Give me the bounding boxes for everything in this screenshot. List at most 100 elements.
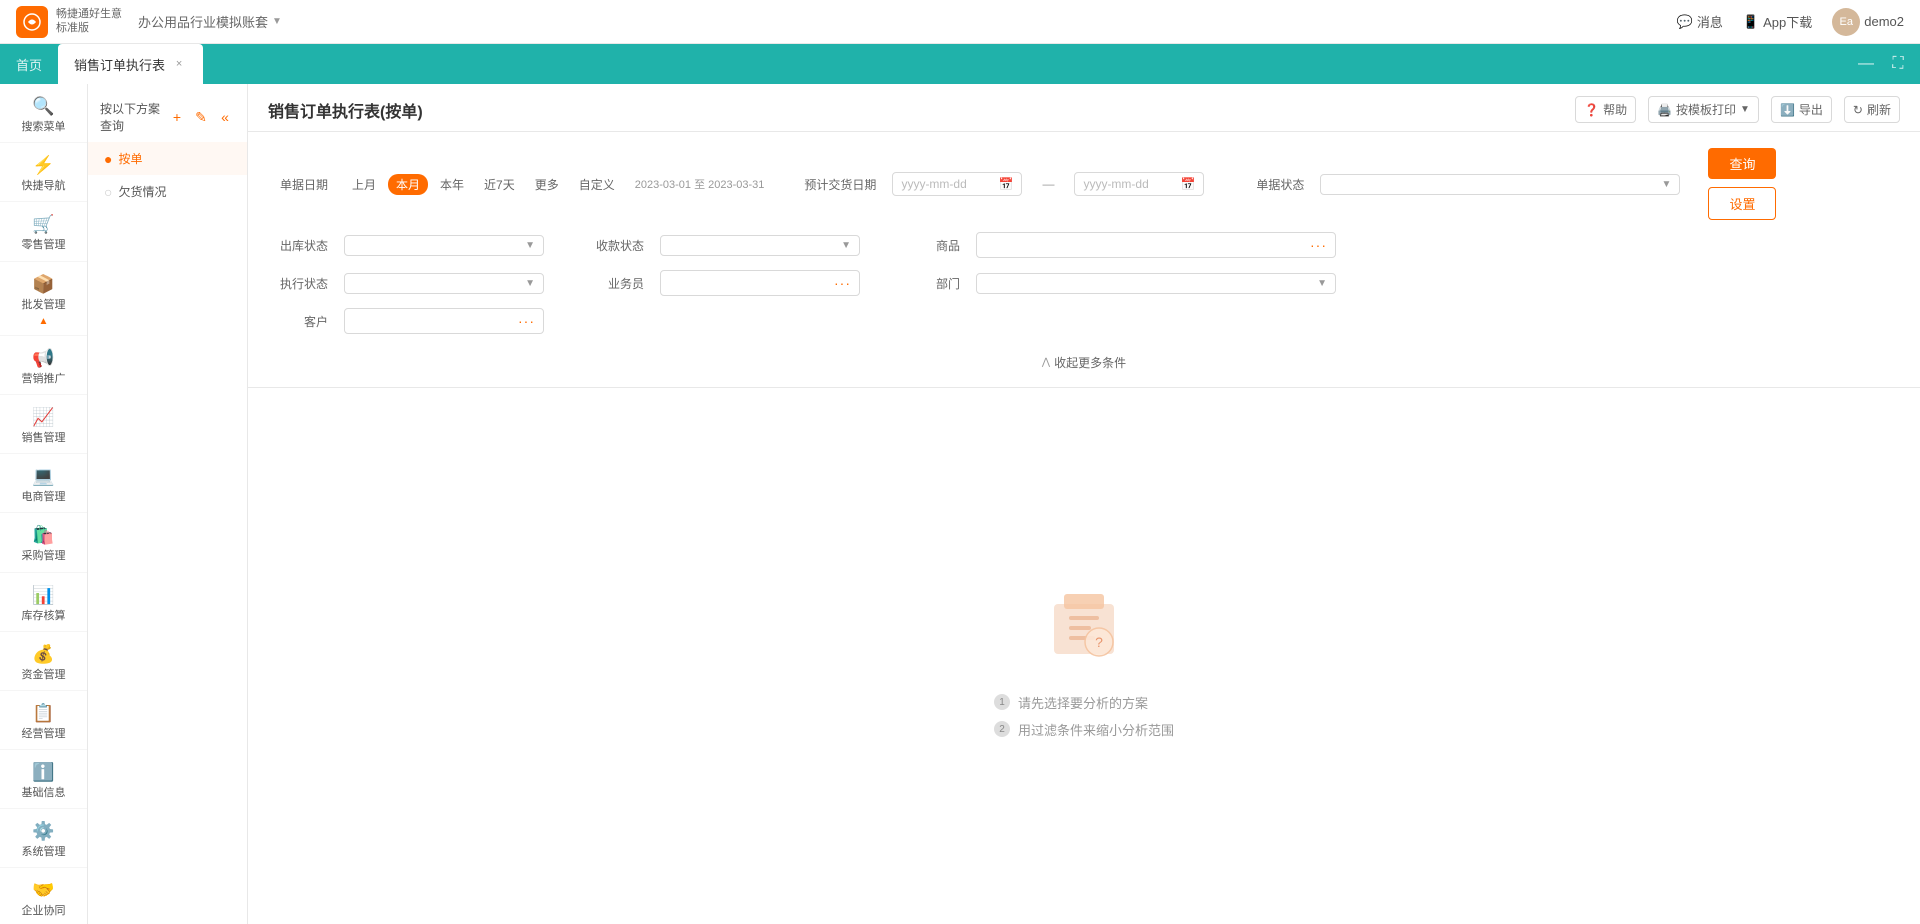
sidebar-item-sales[interactable]: 📈 销售管理 (0, 395, 87, 454)
marketing-icon: 📢 (32, 348, 54, 369)
sidebar-item-system[interactable]: ⚙️ 系统管理 (0, 809, 87, 868)
date-tab-thisyear[interactable]: 本年 (432, 174, 472, 195)
staff-select[interactable]: ··· (660, 270, 860, 296)
collapse-panel-button[interactable]: « (215, 107, 235, 127)
goods-dots-icon: ··· (1310, 237, 1327, 253)
filter-section: 单据日期 上月 本月 本年 近7天 更多 自定义 2023-03-01 至 20… (248, 132, 1920, 388)
tab-home[interactable]: 首页 (0, 44, 58, 84)
goods-label: 商品 (900, 237, 960, 254)
sidebar-item-retail[interactable]: 🛒 零售管理 (0, 202, 87, 261)
sidebar-item-collab[interactable]: 🤝 企业协同 (0, 868, 87, 924)
purchase-icon: 🛍️ (32, 525, 54, 546)
app-icon: 📱 (1743, 14, 1759, 30)
sidebar-item-ecommerce[interactable]: 💻 电商管理 (0, 454, 87, 513)
dept-select[interactable]: ▼ (976, 273, 1336, 294)
app-download-action[interactable]: 📱 App下载 (1743, 12, 1812, 31)
print-icon: 🖨️ (1657, 103, 1672, 117)
page-header: 销售订单执行表(按单) ❓ 帮助 🖨️ 按模板打印 ▼ ⬇️ (248, 84, 1920, 132)
out-status-label: 出库状态 (268, 237, 328, 254)
sidebar-item-purchase[interactable]: 🛍️ 采购管理 (0, 513, 87, 572)
refresh-icon: ↻ (1853, 103, 1863, 117)
operations-icon: 📋 (32, 703, 54, 724)
sidebar-item-operations[interactable]: 📋 经营管理 (0, 691, 87, 750)
collapse-button[interactable]: ⋀ 收起更多条件 (268, 346, 1900, 371)
recv-status-arrow-icon: ▼ (841, 240, 851, 251)
finance-icon: 💰 (32, 644, 54, 665)
forecast-date-label: 预计交货日期 (804, 176, 876, 193)
recv-status-select[interactable]: ▼ (660, 235, 860, 256)
tab-sales-order[interactable]: 销售订单执行表 × (58, 44, 203, 84)
tab-close-icon[interactable]: × (171, 56, 187, 72)
tab-maximize-button[interactable]: ⛶ (1884, 50, 1912, 78)
breadcrumb: 办公用品行业模拟账套 ▼ (122, 12, 1677, 31)
empty-tip-2: 2 用过滤条件来缩小分析范围 (994, 720, 1174, 739)
sidebar-item-basic-info[interactable]: ℹ️ 基础信息 (0, 750, 87, 809)
left-panel-actions: + ✎ « (167, 107, 235, 127)
user-action[interactable]: Ea demo2 (1832, 8, 1904, 36)
retail-icon: 🛒 (32, 214, 54, 235)
message-action[interactable]: 💬 消息 (1677, 12, 1723, 31)
exec-status-select[interactable]: ▼ (344, 273, 544, 294)
calendar-icon: 📅 (998, 177, 1013, 191)
date-separator: — (1038, 177, 1058, 191)
filter-row-3: 执行状态 ▼ 业务员 ··· 部门 ▼ (268, 270, 1900, 296)
goods-select[interactable]: ··· (976, 232, 1336, 258)
customer-select[interactable]: ··· (344, 308, 544, 334)
doc-status-select[interactable]: ▼ (1320, 174, 1680, 195)
scheme-item-danju[interactable]: ● 按单 (88, 142, 247, 175)
logo-icon (16, 6, 48, 38)
tab-bar: 首页 销售订单执行表 × — ⛶ (0, 44, 1920, 84)
sidebar-item-quicknav[interactable]: ⚡ 快捷导航 (0, 143, 87, 202)
scheme-active-icon: ● (104, 151, 112, 167)
date-tab-thismonth[interactable]: 本月 (388, 174, 428, 195)
add-scheme-button[interactable]: + (167, 107, 187, 127)
help-button[interactable]: ❓ 帮助 (1575, 96, 1636, 123)
sidebar-item-finance[interactable]: 💰 资金管理 (0, 632, 87, 691)
top-bar-actions: 💬 消息 📱 App下载 Ea demo2 (1677, 8, 1904, 36)
print-button[interactable]: 🖨️ 按模板打印 ▼ (1648, 96, 1759, 123)
settings-button[interactable]: 设置 (1708, 187, 1776, 220)
left-panel-header: 按以下方案查询 + ✎ « (88, 96, 247, 142)
filter-row-1: 单据日期 上月 本月 本年 近7天 更多 自定义 2023-03-01 至 20… (268, 148, 1900, 220)
sidebar-item-marketing[interactable]: 📢 营销推广 (0, 336, 87, 395)
sidebar-item-inventory[interactable]: 📊 库存核算 (0, 573, 87, 632)
top-bar: 畅捷通好生意 标准版 办公用品行业模拟账套 ▼ 💬 消息 📱 App下载 Ea … (0, 0, 1920, 44)
date-tabs: 上月 本月 本年 近7天 更多 自定义 (344, 174, 623, 195)
refresh-button[interactable]: ↻ 刷新 (1844, 96, 1900, 123)
tab-bar-actions: — ⛶ (1852, 50, 1920, 78)
recv-status-label: 收款状态 (584, 237, 644, 254)
out-status-select[interactable]: ▼ (344, 235, 544, 256)
collapse-chevron-icon: ⋀ (1042, 357, 1050, 368)
edit-scheme-button[interactable]: ✎ (191, 107, 211, 127)
dept-label: 部门 (900, 275, 960, 292)
message-icon: 💬 (1677, 14, 1693, 30)
scheme-item-qianhuo[interactable]: ○ 欠货情况 (88, 175, 247, 208)
doc-status-arrow-icon: ▼ (1662, 179, 1672, 190)
forecast-date-end[interactable]: yyyy-mm-dd 📅 (1074, 172, 1204, 196)
empty-tip-1: 1 请先选择要分析的方案 (994, 693, 1174, 712)
calendar-icon2: 📅 (1180, 177, 1195, 191)
empty-tips: 1 请先选择要分析的方案 2 用过滤条件来缩小分析范围 (994, 693, 1174, 739)
query-button[interactable]: 查询 (1708, 148, 1776, 179)
export-button[interactable]: ⬇️ 导出 (1771, 96, 1832, 123)
sidebar-item-search[interactable]: 🔍 搜索菜单 (0, 84, 87, 143)
ecommerce-icon: 💻 (32, 466, 54, 487)
date-tab-7days[interactable]: 近7天 (476, 174, 523, 195)
staff-dots-icon: ··· (834, 275, 851, 291)
export-icon: ⬇️ (1780, 103, 1795, 117)
sidebar-item-wholesale[interactable]: 📦 批发管理 ▲ (0, 262, 87, 336)
date-tab-more[interactable]: 更多 (527, 174, 567, 195)
help-icon: ❓ (1584, 103, 1599, 117)
layout: 🔍 搜索菜单 ⚡ 快捷导航 🛒 零售管理 📦 批发管理 ▲ 📢 营销推广 📈 销… (0, 84, 1920, 924)
logo: 畅捷通好生意 标准版 (16, 6, 122, 38)
page-title-row: 销售订单执行表(按单) ❓ 帮助 🖨️ 按模板打印 ▼ ⬇️ (268, 96, 1900, 123)
date-tab-custom[interactable]: 自定义 (571, 174, 623, 195)
date-label: 单据日期 (268, 176, 328, 193)
forecast-date-start[interactable]: yyyy-mm-dd 📅 (892, 172, 1022, 196)
date-tab-lastmonth[interactable]: 上月 (344, 174, 384, 195)
basicinfo-icon: ℹ️ (32, 762, 54, 783)
collab-icon: 🤝 (32, 880, 54, 901)
sidebar: 🔍 搜索菜单 ⚡ 快捷导航 🛒 零售管理 📦 批发管理 ▲ 📢 营销推广 📈 销… (0, 84, 88, 924)
tab-minimize-button[interactable]: — (1852, 50, 1880, 78)
scheme-inactive-icon: ○ (104, 184, 112, 200)
